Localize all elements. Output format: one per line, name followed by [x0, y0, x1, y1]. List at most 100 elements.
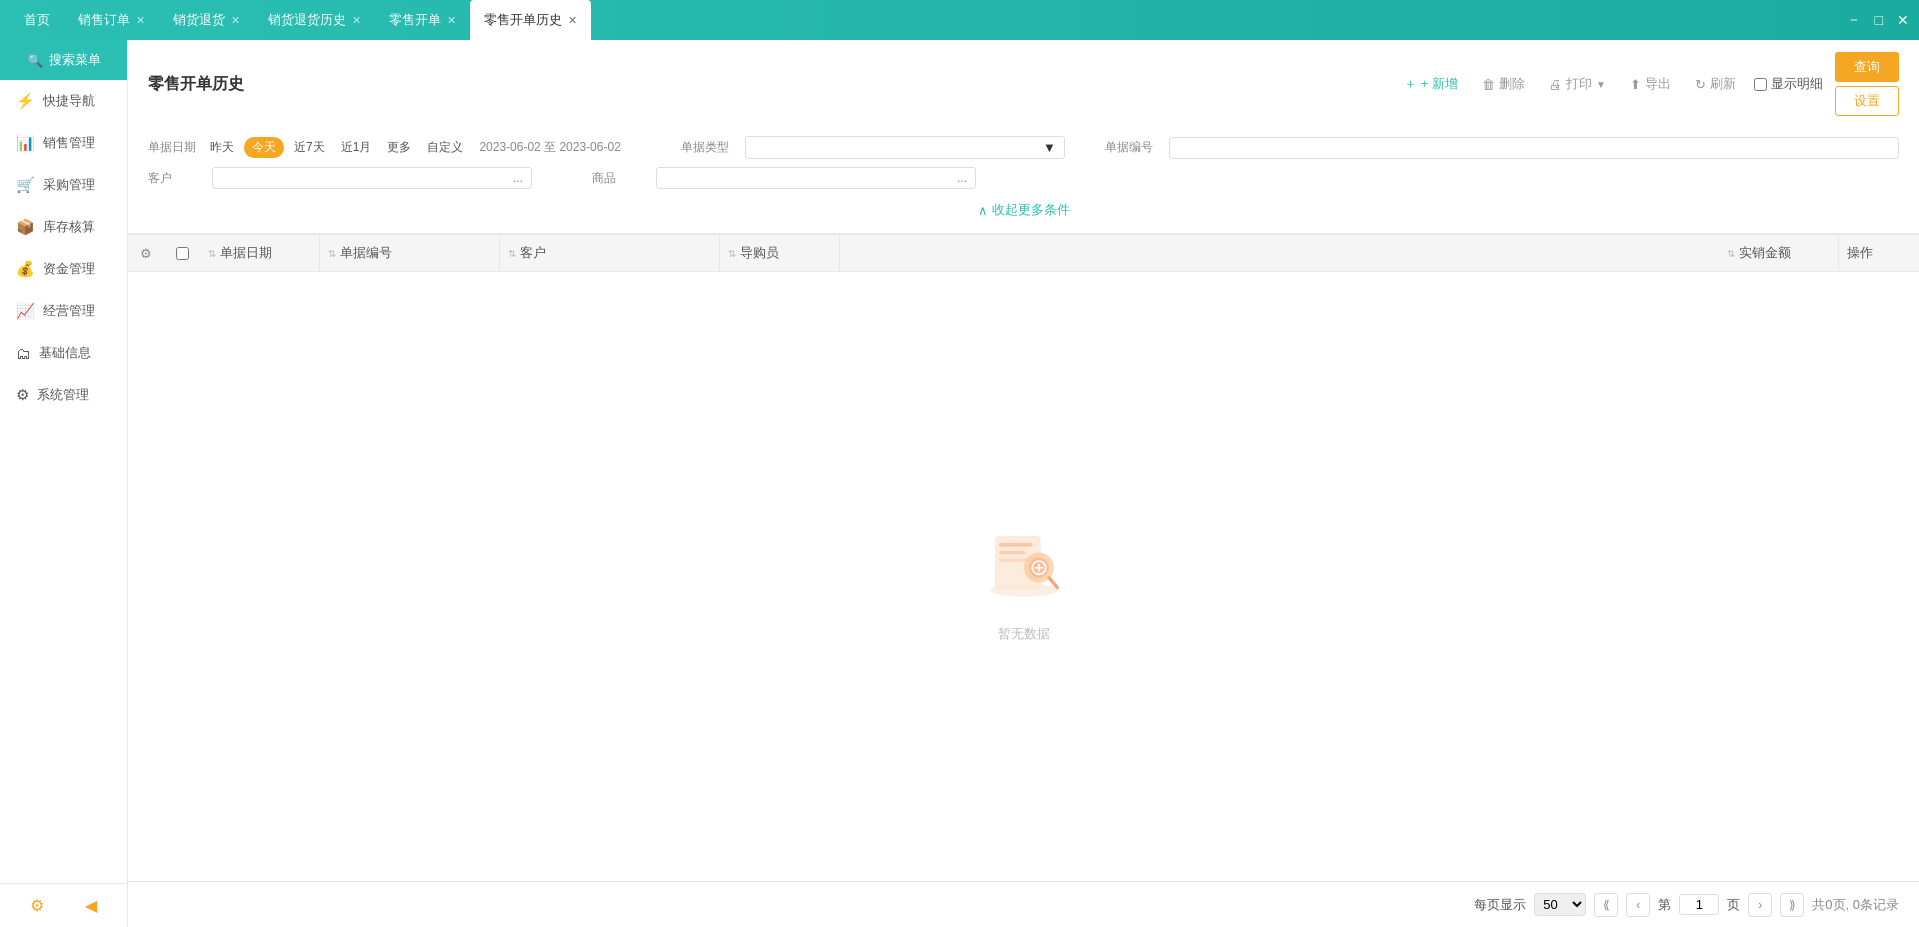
- th-no: ⇅ 单据编号: [320, 235, 500, 271]
- tab-sales-return[interactable]: 销货退货 ✕: [159, 0, 254, 40]
- minimize-btn[interactable]: －: [1847, 11, 1861, 29]
- date-quick-buttons: 昨天 今天 近7天 近1月 更多 自定义 2023-06-02 至 2023-0…: [204, 137, 621, 158]
- maximize-btn[interactable]: □: [1875, 12, 1883, 28]
- settings-bottom-icon[interactable]: ⚙: [30, 896, 44, 915]
- sidebar-search[interactable]: 🔍 搜索菜单: [0, 40, 127, 80]
- tab-sales-return-history[interactable]: 销货退货历史 ✕: [254, 0, 375, 40]
- sidebar-item-finance[interactable]: 💰 资金管理: [0, 248, 127, 290]
- main-layout: 🔍 搜索菜单 ⚡ 快捷导航 📊 销售管理 🛒 采购管理 📦 库存核算 💰: [0, 40, 1919, 927]
- goods-ellipsis-icon: ...: [957, 171, 967, 185]
- sales-mgmt-icon: 📊: [16, 134, 35, 152]
- sort-customer-icon[interactable]: ⇅: [508, 248, 516, 259]
- filter-row-customer: 客户 ... 商品 ...: [148, 167, 1899, 189]
- collapse-up-icon: ∧: [978, 203, 988, 218]
- date-yesterday[interactable]: 昨天: [204, 137, 240, 158]
- first-page-button[interactable]: ⟪: [1594, 893, 1618, 917]
- svg-rect-4: [999, 558, 1029, 561]
- tab-retail-open-history[interactable]: 零售开单历史 ✕: [470, 0, 591, 40]
- sidebar-bottom: ⚙ ◀: [0, 883, 127, 927]
- type-filter-select[interactable]: ▼: [745, 136, 1065, 159]
- finance-icon: 💰: [16, 260, 35, 278]
- delete-icon: 🗑: [1482, 77, 1495, 92]
- print-icon: 🖨: [1549, 77, 1562, 92]
- customer-filter-input[interactable]: ...: [212, 167, 532, 189]
- filter-area: 单据日期 昨天 今天 近7天 近1月 更多 自定义 2023-06-02 至 2…: [148, 128, 1899, 233]
- sidebar-nav: ⚡ 快捷导航 📊 销售管理 🛒 采购管理 📦 库存核算 💰 资金管理 📈: [0, 80, 127, 883]
- sort-date-icon[interactable]: ⇅: [208, 248, 216, 259]
- print-button[interactable]: 🖨 打印 ▼: [1543, 71, 1612, 97]
- close-tab-sales-return-history[interactable]: ✕: [352, 14, 361, 27]
- page-header: 零售开单历史 ＋ + 新增 🗑 删除 🖨 打印 ▼: [128, 40, 1919, 234]
- page-number-input[interactable]: [1679, 894, 1719, 915]
- settings-button[interactable]: 设置: [1835, 86, 1899, 116]
- delete-button[interactable]: 🗑 删除: [1476, 71, 1531, 97]
- tab-retail-open[interactable]: 零售开单 ✕: [375, 0, 470, 40]
- close-tab-sales-order[interactable]: ✕: [136, 14, 145, 27]
- sidebar-item-purchase-mgmt[interactable]: 🛒 采购管理: [0, 164, 127, 206]
- no-filter-input[interactable]: [1169, 137, 1899, 159]
- goods-filter-input[interactable]: ...: [656, 167, 976, 189]
- table-header: ⚙ ⇅ 单据日期 ⇅ 单据编号 ⇅ 客户 ⇅ 导购员: [128, 234, 1919, 272]
- sidebar-item-inventory[interactable]: 📦 库存核算: [0, 206, 127, 248]
- date-7days[interactable]: 近7天: [288, 137, 331, 158]
- th-date: ⇅ 单据日期: [200, 235, 320, 271]
- detail-checkbox-input[interactable]: [1754, 78, 1767, 91]
- close-tab-sales-return[interactable]: ✕: [231, 14, 240, 27]
- export-icon: ⬆: [1630, 77, 1641, 92]
- close-btn[interactable]: ✕: [1897, 12, 1909, 28]
- table-settings-button[interactable]: ⚙: [128, 246, 164, 261]
- pagination-bar: 每页显示 50 20 100 ⟪ ‹ 第 页 › ⟫ 共0页, 0条记录: [128, 881, 1919, 927]
- next-page-button[interactable]: ›: [1748, 893, 1772, 917]
- close-tab-retail-open-history[interactable]: ✕: [568, 14, 577, 27]
- prev-page-button[interactable]: ‹: [1626, 893, 1650, 917]
- empty-illustration: [974, 511, 1074, 611]
- basic-info-icon: 🗂: [16, 345, 31, 362]
- select-all-checkbox[interactable]: [176, 247, 189, 260]
- date-range-display: 2023-06-02 至 2023-06-02: [479, 139, 620, 156]
- page-title-row: 零售开单历史 ＋ + 新增 🗑 删除 🖨 打印 ▼: [148, 52, 1899, 116]
- top-bar: 首页 销售订单 ✕ 销货退货 ✕ 销货退货历史 ✕ 零售开单 ✕ 零售开单历史 …: [0, 0, 1919, 40]
- sidebar-item-operations[interactable]: 📈 经营管理: [0, 290, 127, 332]
- quick-nav-icon: ⚡: [16, 92, 35, 110]
- last-page-button[interactable]: ⟫: [1780, 893, 1804, 917]
- content-area: 零售开单历史 ＋ + 新增 🗑 删除 🖨 打印 ▼: [128, 40, 1919, 927]
- window-controls: － □ ✕: [1847, 11, 1909, 29]
- table-area: ⚙ ⇅ 单据日期 ⇅ 单据编号 ⇅ 客户 ⇅ 导购员: [128, 234, 1919, 881]
- sort-guide-icon[interactable]: ⇅: [728, 248, 736, 259]
- sort-amount-icon[interactable]: ⇅: [1727, 248, 1735, 259]
- empty-state: 暂无数据: [128, 272, 1919, 881]
- table-select-all[interactable]: [164, 247, 200, 260]
- add-button[interactable]: ＋ + 新增: [1398, 71, 1464, 97]
- print-dropdown-icon: ▼: [1596, 79, 1606, 90]
- per-page-label: 每页显示: [1474, 896, 1526, 914]
- close-tab-retail-open[interactable]: ✕: [447, 14, 456, 27]
- search-icon: 🔍: [27, 53, 43, 68]
- add-icon: ＋: [1404, 75, 1417, 93]
- type-filter-label: 单据类型: [681, 139, 737, 156]
- query-button[interactable]: 查询: [1835, 52, 1899, 82]
- tab-sales-order[interactable]: 销售订单 ✕: [64, 0, 159, 40]
- date-today[interactable]: 今天: [244, 137, 284, 158]
- date-more[interactable]: 更多: [381, 137, 417, 158]
- date-1month[interactable]: 近1月: [335, 137, 378, 158]
- display-detail-checkbox[interactable]: 显示明细: [1754, 75, 1823, 93]
- sidebar-item-system-mgmt[interactable]: ⚙ 系统管理: [0, 374, 127, 416]
- sidebar-item-quick-nav[interactable]: ⚡ 快捷导航: [0, 80, 127, 122]
- system-mgmt-icon: ⚙: [16, 386, 29, 404]
- toolbar: ＋ + 新增 🗑 删除 🖨 打印 ▼ ⬆ 导出: [1398, 52, 1899, 116]
- sort-no-icon[interactable]: ⇅: [328, 248, 336, 259]
- tab-home[interactable]: 首页: [10, 0, 64, 40]
- page-title: 零售开单历史: [148, 74, 244, 95]
- sidebar-item-sales-mgmt[interactable]: 📊 销售管理: [0, 122, 127, 164]
- collapse-sidebar-icon[interactable]: ◀: [85, 896, 97, 915]
- sidebar: 🔍 搜索菜单 ⚡ 快捷导航 📊 销售管理 🛒 采购管理 📦 库存核算 💰: [0, 40, 128, 927]
- page-label-post: 页: [1727, 896, 1740, 914]
- refresh-button[interactable]: ↻ 刷新: [1689, 71, 1742, 97]
- export-button[interactable]: ⬆ 导出: [1624, 71, 1677, 97]
- collapse-filter-button[interactable]: ∧ 收起更多条件: [148, 197, 1899, 225]
- per-page-select[interactable]: 50 20 100: [1534, 893, 1586, 916]
- th-action: 操作: [1839, 235, 1919, 271]
- no-filter-label: 单据编号: [1105, 139, 1161, 156]
- date-custom[interactable]: 自定义: [421, 137, 469, 158]
- sidebar-item-basic-info[interactable]: 🗂 基础信息: [0, 332, 127, 374]
